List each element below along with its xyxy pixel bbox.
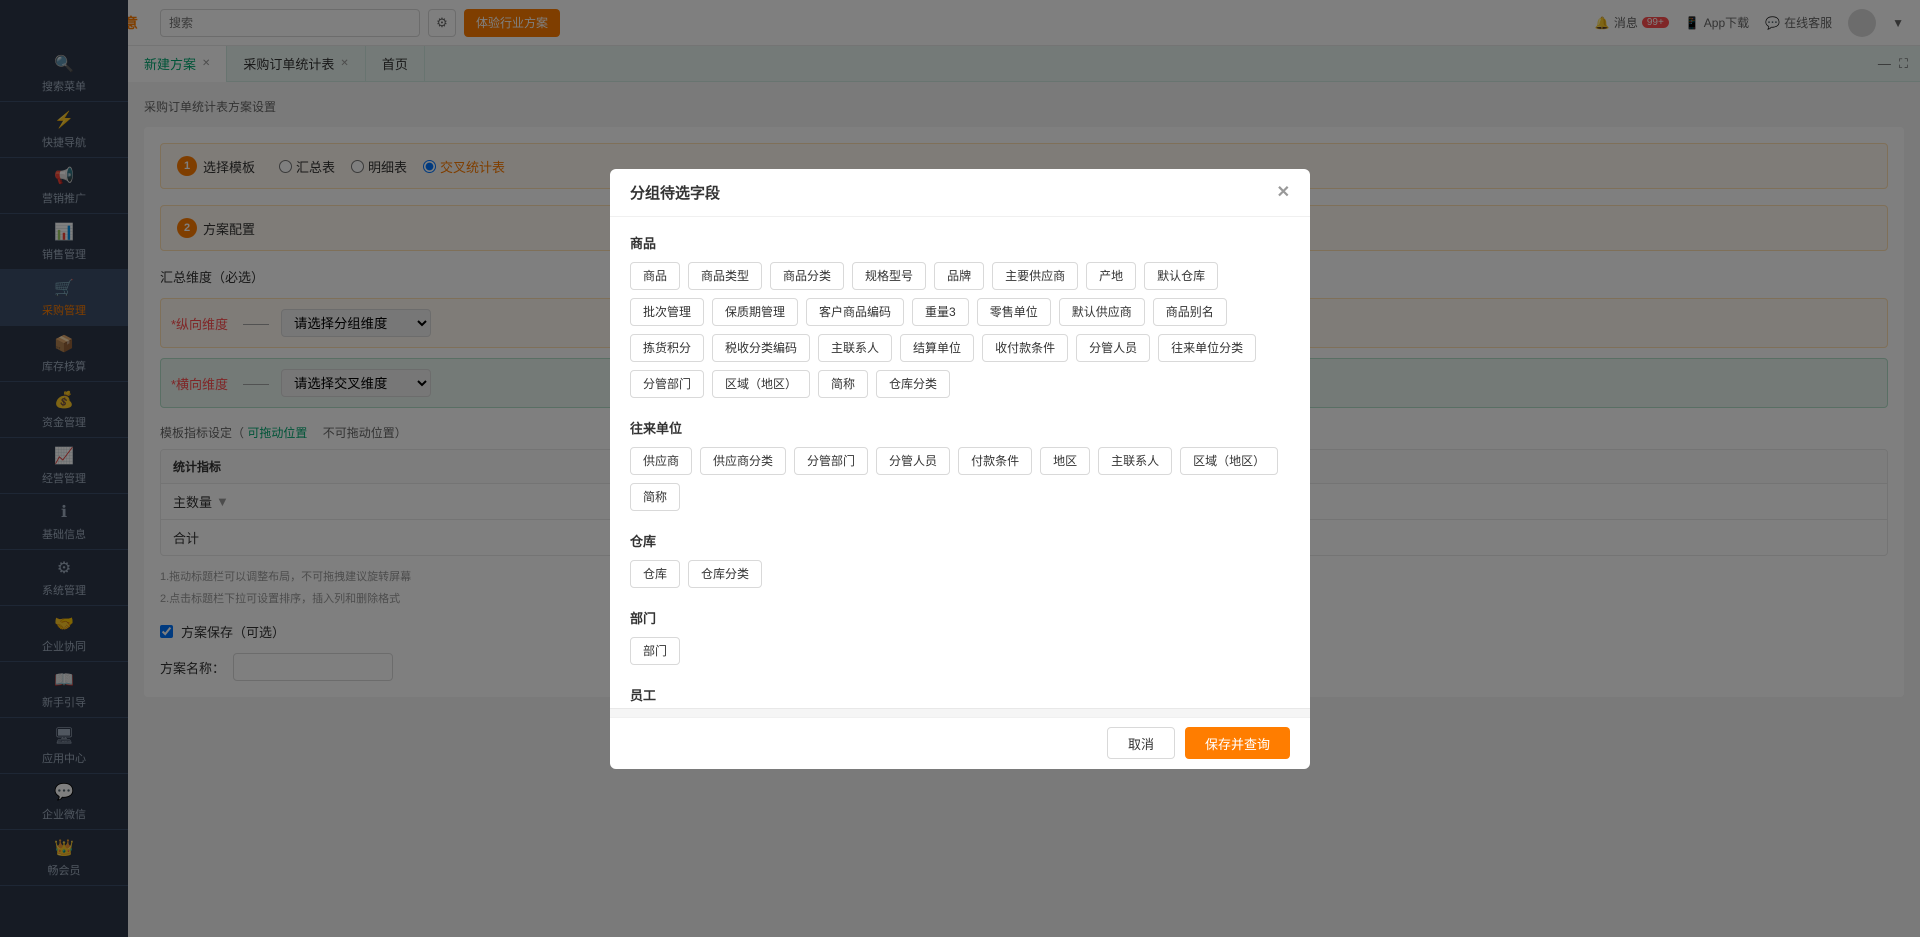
cancel-button[interactable]: 取消 — [1107, 727, 1175, 759]
modal: 分组待选字段 ✕ 商品商品商品类型商品分类规格型号品牌主要供应商产地默认仓库批次… — [610, 169, 1310, 769]
field-tag-partner-0[interactable]: 供应商 — [630, 447, 692, 475]
field-tag-goods-2[interactable]: 商品分类 — [770, 262, 844, 290]
field-tag-goods-21[interactable]: 往来单位分类 — [1158, 334, 1256, 362]
field-tag-goods-22[interactable]: 分管部门 — [630, 370, 704, 398]
field-tag-partner-7[interactable]: 区域（地区） — [1180, 447, 1278, 475]
field-tag-goods-23[interactable]: 区域（地区） — [712, 370, 810, 398]
section-goods: 商品商品商品类型商品分类规格型号品牌主要供应商产地默认仓库批次管理保质期管理客户… — [630, 233, 1290, 398]
field-tag-goods-1[interactable]: 商品类型 — [688, 262, 762, 290]
field-tag-goods-5[interactable]: 主要供应商 — [992, 262, 1078, 290]
field-tag-goods-14[interactable]: 商品别名 — [1153, 298, 1227, 326]
field-tag-goods-13[interactable]: 默认供应商 — [1059, 298, 1145, 326]
section-department: 部门部门 — [630, 608, 1290, 665]
field-tag-partner-2[interactable]: 分管部门 — [794, 447, 868, 475]
field-tag-partner-6[interactable]: 主联系人 — [1098, 447, 1172, 475]
section-warehouse: 仓库仓库仓库分类 — [630, 531, 1290, 588]
field-tag-goods-8[interactable]: 批次管理 — [630, 298, 704, 326]
section-title-staff: 员工 — [630, 685, 1290, 704]
modal-footer: 取消 保存并查询 — [610, 717, 1310, 769]
field-tag-goods-0[interactable]: 商品 — [630, 262, 680, 290]
field-tag-goods-24[interactable]: 简称 — [818, 370, 868, 398]
field-tag-goods-12[interactable]: 零售单位 — [977, 298, 1051, 326]
field-tag-goods-4[interactable]: 品牌 — [934, 262, 984, 290]
section-tags-warehouse: 仓库仓库分类 — [630, 560, 1290, 588]
field-tag-goods-19[interactable]: 收付款条件 — [982, 334, 1068, 362]
section-title-goods: 商品 — [630, 233, 1290, 252]
field-tag-partner-1[interactable]: 供应商分类 — [700, 447, 786, 475]
field-tag-goods-11[interactable]: 重量3 — [912, 298, 969, 326]
section-tags-goods: 商品商品类型商品分类规格型号品牌主要供应商产地默认仓库批次管理保质期管理客户商品… — [630, 262, 1290, 398]
section-partner: 往来单位供应商供应商分类分管部门分管人员付款条件地区主联系人区域（地区） 简称 — [630, 418, 1290, 511]
section-title-department: 部门 — [630, 608, 1290, 627]
modal-close-button[interactable]: ✕ — [1277, 182, 1290, 202]
modal-horizontal-scroll[interactable] — [610, 708, 1310, 717]
section-title-warehouse: 仓库 — [630, 531, 1290, 550]
modal-title: 分组待选字段 — [630, 182, 720, 203]
field-tag-partner-5[interactable]: 地区 — [1040, 447, 1090, 475]
modal-header: 分组待选字段 ✕ — [610, 169, 1310, 217]
field-tag-partner-3[interactable]: 分管人员 — [876, 447, 950, 475]
field-tag-goods-18[interactable]: 结算单位 — [900, 334, 974, 362]
modal-body[interactable]: 商品商品商品类型商品分类规格型号品牌主要供应商产地默认仓库批次管理保质期管理客户… — [610, 217, 1310, 708]
field-tag-goods-15[interactable]: 拣货积分 — [630, 334, 704, 362]
field-tag-goods-10[interactable]: 客户商品编码 — [806, 298, 904, 326]
field-tag-goods-25[interactable]: 仓库分类 — [876, 370, 950, 398]
modal-overlay: 分组待选字段 ✕ 商品商品商品类型商品分类规格型号品牌主要供应商产地默认仓库批次… — [0, 0, 1920, 937]
section-tags-department: 部门 — [630, 637, 1290, 665]
section-tags-partner: 供应商供应商分类分管部门分管人员付款条件地区主联系人区域（地区） 简称 — [630, 447, 1290, 511]
section-staff: 员工业务员 — [630, 685, 1290, 708]
field-tag-goods-6[interactable]: 产地 — [1086, 262, 1136, 290]
field-tag-goods-7[interactable]: 默认仓库 — [1144, 262, 1218, 290]
field-tag-warehouse-1[interactable]: 仓库分类 — [688, 560, 762, 588]
confirm-button[interactable]: 保存并查询 — [1185, 727, 1290, 759]
field-tag-partner-8[interactable]: 简称 — [630, 483, 680, 511]
field-tag-goods-3[interactable]: 规格型号 — [852, 262, 926, 290]
field-tag-goods-16[interactable]: 税收分类编码 — [712, 334, 810, 362]
section-title-partner: 往来单位 — [630, 418, 1290, 437]
field-tag-goods-9[interactable]: 保质期管理 — [712, 298, 798, 326]
field-tag-goods-20[interactable]: 分管人员 — [1076, 334, 1150, 362]
field-tag-goods-17[interactable]: 主联系人 — [818, 334, 892, 362]
field-tag-department-0[interactable]: 部门 — [630, 637, 680, 665]
field-tag-warehouse-0[interactable]: 仓库 — [630, 560, 680, 588]
field-tag-partner-4[interactable]: 付款条件 — [958, 447, 1032, 475]
